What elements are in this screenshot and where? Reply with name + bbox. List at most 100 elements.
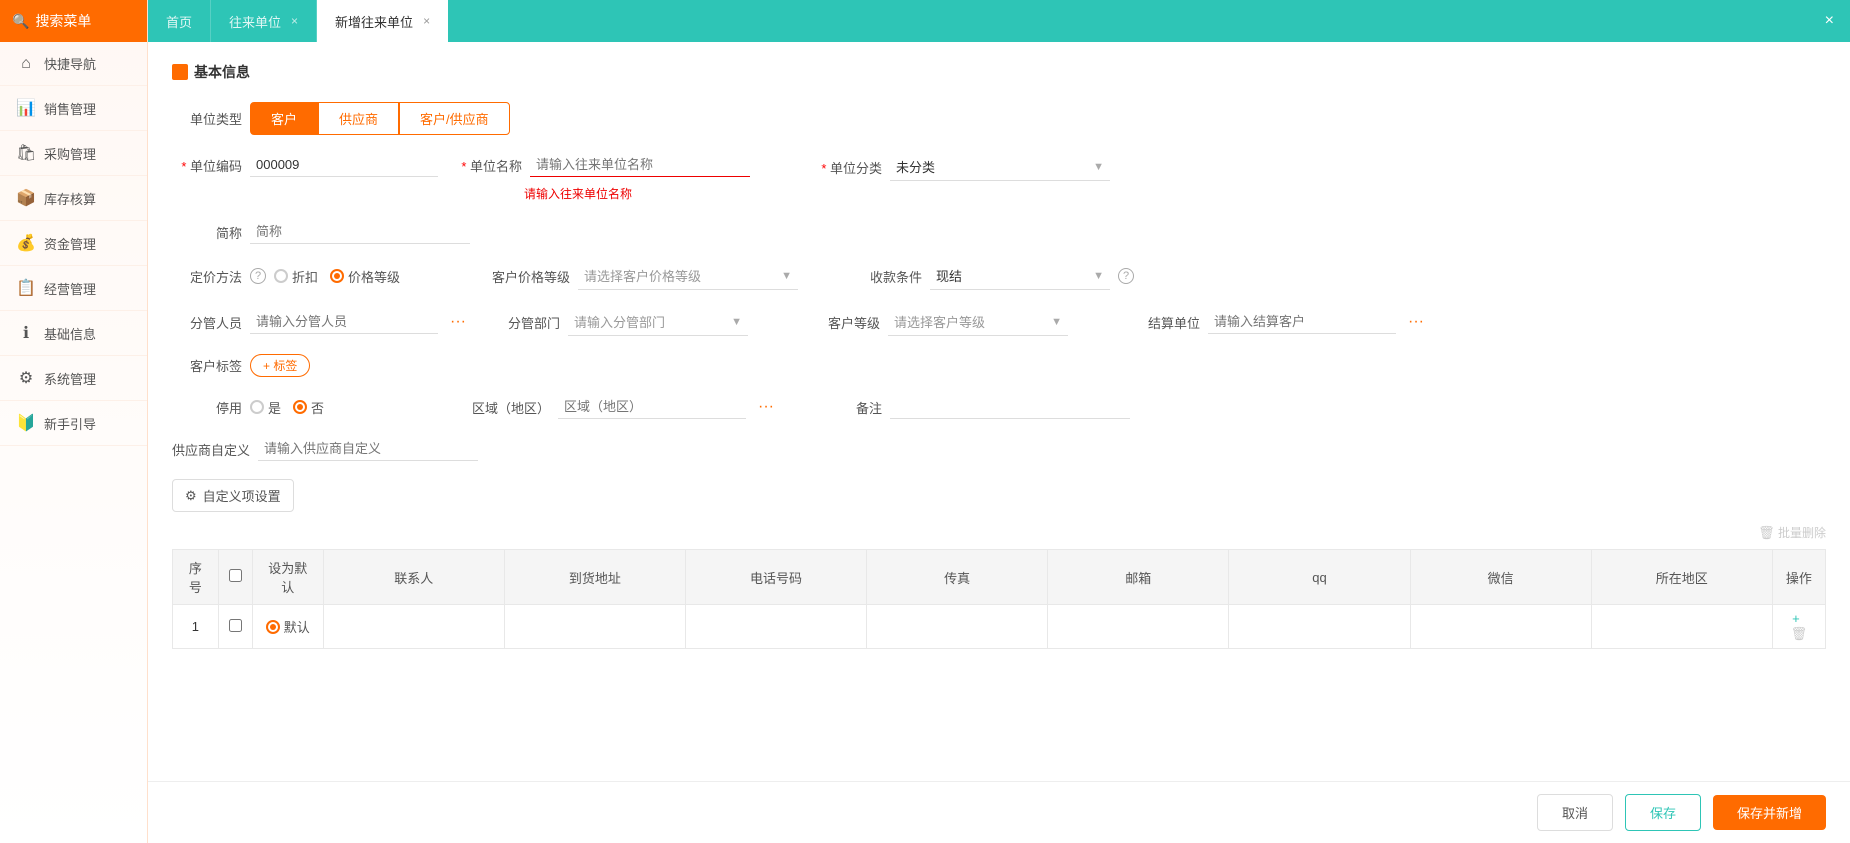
customer-price-level-field: 客户价格等级 请选择客户价格等级 ▼ <box>492 262 832 290</box>
box-icon: 📦 <box>16 188 36 208</box>
row-address-input[interactable] <box>515 619 675 634</box>
tab-partners-label: 往来单位 <box>229 12 281 31</box>
tab-new-partner-close[interactable]: × <box>423 15 430 27</box>
note-label: 备注 <box>812 398 882 417</box>
add-tag-btn[interactable]: + 标签 <box>250 354 310 377</box>
department-arrow: ▼ <box>731 316 742 328</box>
unit-name-input[interactable] <box>530 153 750 177</box>
sidebar-item-sales[interactable]: 📊 销售管理 <box>0 86 147 131</box>
main-area: 首页 往来单位 × 新增往来单位 × × 基本信息 单位类型 客户 供应商 客户… <box>148 0 1850 843</box>
customer-price-level-select[interactable]: 请选择客户价格等级 ▼ <box>578 262 798 290</box>
custom-settings-btn[interactable]: ⚙ 自定义项设置 <box>172 479 294 512</box>
radio-yes[interactable]: 是 <box>250 398 281 417</box>
region-dots-btn[interactable]: ··· <box>754 398 778 416</box>
sidebar-item-system[interactable]: ⚙ 系统管理 <box>0 356 147 401</box>
radio-discount[interactable]: 折扣 <box>274 267 318 286</box>
manager-label: 分管人员 <box>172 313 242 332</box>
tab-partners-close[interactable]: × <box>291 15 298 27</box>
payment-terms-select[interactable]: 现结 ▼ <box>930 262 1110 290</box>
radio-yes-label: 是 <box>268 398 281 417</box>
unit-code-input[interactable] <box>250 153 438 177</box>
row-qq[interactable] <box>1229 605 1410 649</box>
row-area[interactable] <box>1591 605 1772 649</box>
radio-price-level[interactable]: 价格等级 <box>330 267 400 286</box>
col-area: 所在地区 <box>1591 550 1772 605</box>
radio-price-level-circle <box>330 269 344 283</box>
region-label: 区域（地区） <box>472 398 550 417</box>
sidebar-header[interactable]: 🔍 搜索菜单 <box>0 0 147 42</box>
row-wechat[interactable] <box>1410 605 1591 649</box>
sidebar-item-inventory[interactable]: 📦 库存核算 <box>0 176 147 221</box>
row-address[interactable] <box>504 605 685 649</box>
row-wechat-input[interactable] <box>1421 619 1581 634</box>
batch-delete-label[interactable]: 批量删除 <box>1778 526 1826 540</box>
short-name-input[interactable] <box>250 220 470 244</box>
unit-category-value: 未分类 <box>896 157 935 176</box>
tab-new-partner-label: 新增往来单位 <box>335 12 413 31</box>
customer-level-field: 客户等级 请选择客户等级 ▼ <box>810 308 1110 336</box>
radio-discount-label: 折扣 <box>292 267 318 286</box>
manager-dots-btn[interactable]: ··· <box>446 313 470 331</box>
unit-type-both[interactable]: 客户/供应商 <box>399 102 510 135</box>
row-email[interactable] <box>1048 605 1229 649</box>
row-checkbox-input[interactable] <box>229 619 242 632</box>
sidebar-item-basic-info[interactable]: ℹ 基础信息 <box>0 311 147 356</box>
row-phone[interactable] <box>685 605 866 649</box>
payment-help-icon[interactable]: ? <box>1118 268 1134 284</box>
sidebar-item-label: 采购管理 <box>44 144 96 163</box>
row-contact-input[interactable] <box>334 619 494 634</box>
unit-category-select[interactable]: 未分类 ▼ <box>890 153 1110 181</box>
settlement-field: 结算单位 ··· <box>1130 310 1428 334</box>
settlement-dots-btn[interactable]: ··· <box>1404 313 1428 331</box>
row-add-btn[interactable]: + <box>1792 611 1800 626</box>
cancel-button[interactable]: 取消 <box>1537 794 1613 831</box>
row-contact[interactable] <box>323 605 504 649</box>
short-name-label: 简称 <box>172 223 242 242</box>
row-phone-input[interactable] <box>696 619 856 634</box>
customer-level-select[interactable]: 请选择客户等级 ▼ <box>888 308 1068 336</box>
disabled-field: 停用 是 否 <box>172 398 452 417</box>
sidebar-item-quick-nav[interactable]: ⌂ 快捷导航 <box>0 42 147 86</box>
col-qq: qq <box>1229 550 1410 605</box>
batch-delete-area: 🗑 批量删除 <box>172 524 1826 541</box>
supplier-custom-input[interactable] <box>258 437 478 461</box>
radio-no[interactable]: 否 <box>293 398 324 417</box>
sidebar-item-operations[interactable]: 📋 经营管理 <box>0 266 147 311</box>
tab-bar: 首页 往来单位 × 新增往来单位 × × <box>148 0 1850 42</box>
supplier-custom-row: 供应商自定义 <box>172 437 1826 461</box>
tab-bar-close[interactable]: × <box>1809 12 1850 30</box>
sidebar-item-purchase[interactable]: 🛍 采购管理 <box>0 131 147 176</box>
pricing-help-icon[interactable]: ? <box>250 268 266 284</box>
unit-type-customer[interactable]: 客户 <box>250 102 318 135</box>
row-fax[interactable] <box>867 605 1048 649</box>
row-fax-input[interactable] <box>877 619 1037 634</box>
bag-icon: 🛍 <box>16 143 36 163</box>
save-button[interactable]: 保存 <box>1625 794 1701 831</box>
row-default-dot <box>270 624 276 630</box>
tab-partners[interactable]: 往来单位 × <box>211 0 317 42</box>
row-area-input[interactable] <box>1602 619 1762 634</box>
sidebar-item-finance[interactable]: 💰 资金管理 <box>0 221 147 266</box>
col-email: 邮箱 <box>1048 550 1229 605</box>
save-new-button[interactable]: 保存并新增 <box>1713 795 1826 830</box>
row-checkbox <box>218 605 252 649</box>
custom-settings-label: 自定义项设置 <box>203 486 281 505</box>
unit-type-supplier[interactable]: 供应商 <box>318 102 399 135</box>
tab-new-partner[interactable]: 新增往来单位 × <box>317 0 448 42</box>
note-input[interactable] <box>890 395 1130 419</box>
row-qq-input[interactable] <box>1239 619 1399 634</box>
manager-input[interactable] <box>250 310 438 334</box>
radio-no-label: 否 <box>311 398 324 417</box>
row-default: 默认 <box>252 605 323 649</box>
region-input[interactable] <box>558 395 746 419</box>
department-select[interactable]: 请输入分管部门 ▼ <box>568 308 748 336</box>
col-default: 设为默认 <box>252 550 323 605</box>
row-delete-btn[interactable]: 🗑 <box>1791 626 1808 641</box>
tab-home[interactable]: 首页 <box>148 0 211 42</box>
settlement-input[interactable] <box>1208 310 1396 334</box>
row-default-radio[interactable]: 默认 <box>263 617 313 636</box>
select-all-checkbox[interactable] <box>229 569 242 582</box>
manager-row: 分管人员 ··· 分管部门 请输入分管部门 ▼ 客户等级 请选择客户等级 ▼ <box>172 308 1826 336</box>
row-email-input[interactable] <box>1058 619 1218 634</box>
sidebar-item-guide[interactable]: 🔰 新手引导 <box>0 401 147 446</box>
